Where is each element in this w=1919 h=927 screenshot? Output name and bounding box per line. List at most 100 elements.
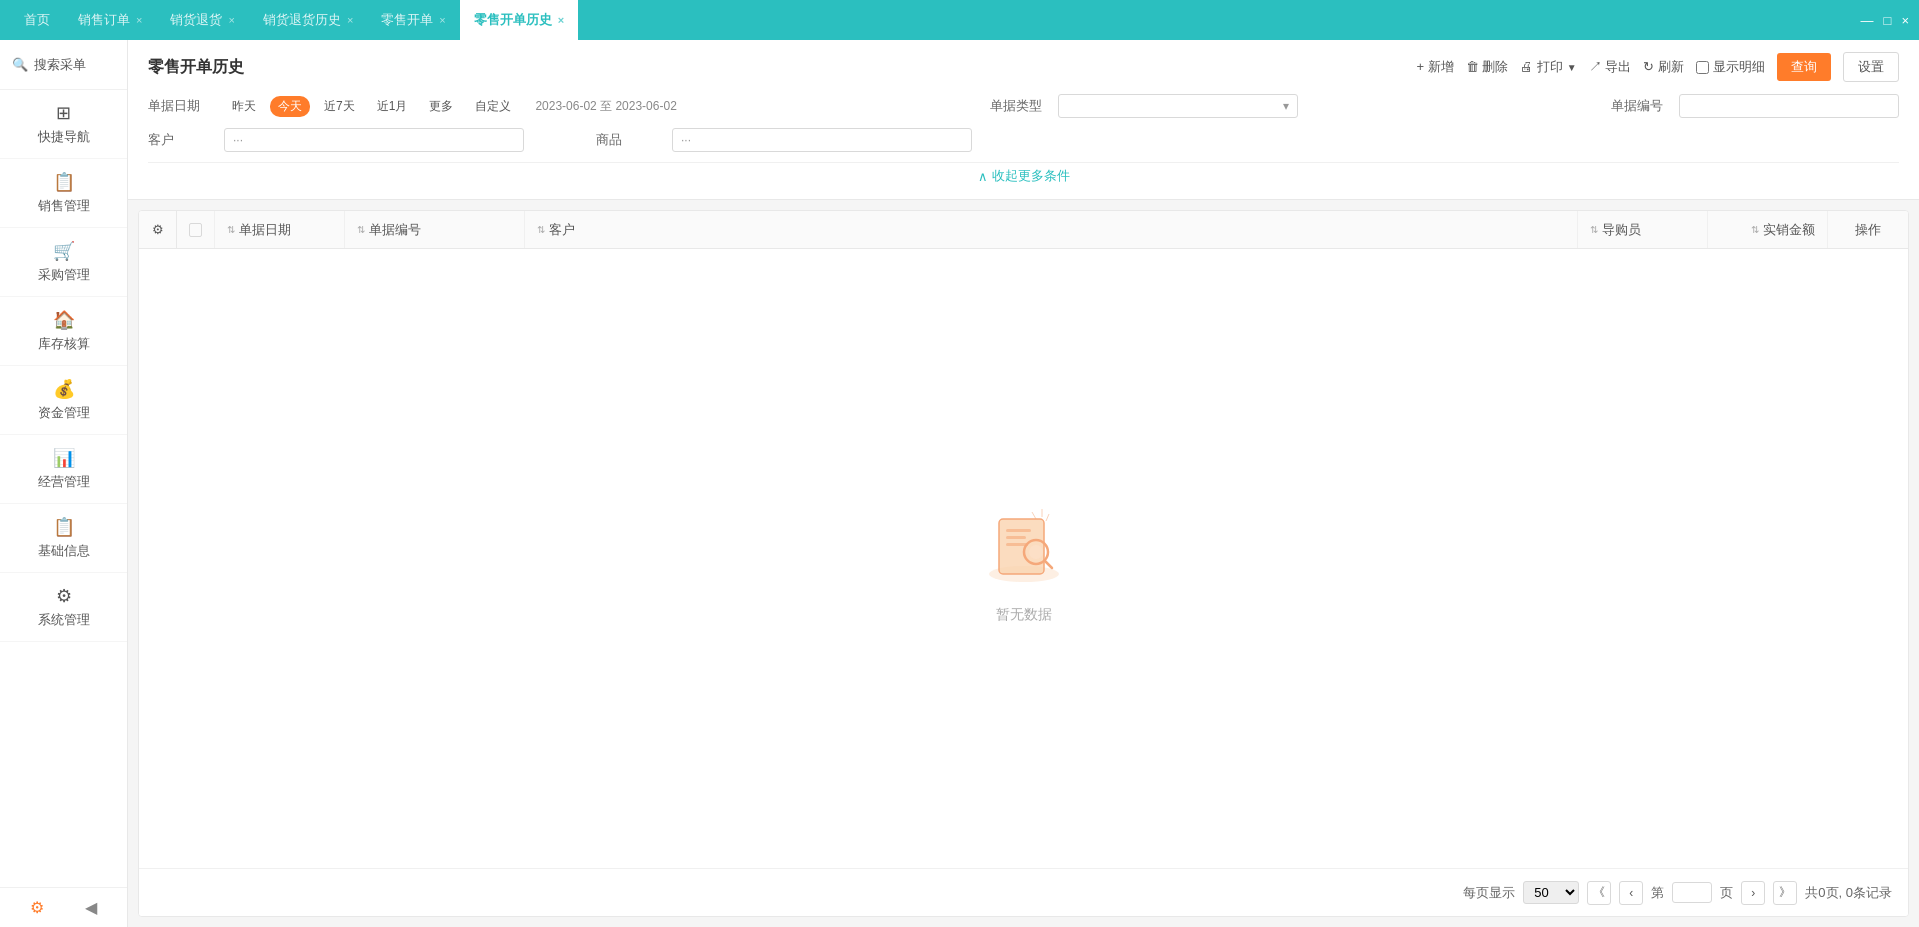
display-detail-checkbox[interactable] [1696,61,1709,74]
sidebar-item-purchase-mgmt[interactable]: 🛒 采购管理 [0,228,127,297]
goods-select[interactable]: ··· [672,128,972,152]
nav-label-purchase-mgmt: 采购管理 [38,266,90,284]
total-info: 共0页, 0条记录 [1805,884,1892,902]
tab-close-sales-return[interactable]: × [228,14,234,26]
customer-select[interactable]: ··· [224,128,524,152]
table-header: ⚙ ⇅ 单据日期 ⇅ 单据编号 ⇅ 客户 ⇅ 导购员 [139,211,1908,249]
display-detail-label: 显示明细 [1713,58,1765,76]
per-page-label: 每页显示 [1463,884,1515,902]
last-page-btn[interactable]: 》 [1773,881,1797,905]
sidebar-item-sales-mgmt[interactable]: 📋 销售管理 [0,159,127,228]
display-detail-toggle[interactable]: 显示明细 [1696,58,1765,76]
toolbar: + 新增 🗑 删除 🖨 打印 ▼ ↗ 导出 ↻ 刷新 显示明细 查询 设置 [1416,52,1899,82]
add-button[interactable]: + 新增 [1416,58,1453,76]
col-number-header: ⇅ 单据编号 [345,211,525,248]
col-date-sort-icon[interactable]: ⇅ [227,224,235,235]
doc-number-label: 单据编号 [1611,97,1663,115]
tab-retail-open[interactable]: 零售开单× [367,0,459,40]
next-page-btn[interactable]: › [1741,881,1765,905]
filter-row-2: 客户 ··· 商品 ··· [148,128,1899,152]
svg-rect-4 [1006,536,1026,539]
nav-icon-inventory: 🏠 [53,309,75,331]
tab-close-retail-open-history[interactable]: × [558,14,564,26]
tab-close-sales-return-history[interactable]: × [347,14,353,26]
col-date-label: 单据日期 [239,221,291,239]
tab-close-sales-order[interactable]: × [136,14,142,26]
per-page-select[interactable]: 50 10 20 100 [1523,881,1579,904]
window-maximize[interactable]: □ [1884,13,1892,28]
date-custom[interactable]: 自定义 [467,96,519,117]
sidebar-search[interactable]: 🔍 搜索采单 [0,40,127,90]
date-last1m[interactable]: 近1月 [369,96,416,117]
settings-button[interactable]: 设置 [1843,52,1899,82]
tab-sales-return[interactable]: 销货退货× [156,0,248,40]
doc-type-select[interactable]: ▾ [1058,94,1298,118]
current-page-input[interactable]: 1 [1672,882,1712,903]
nav-label-basic-info: 基础信息 [38,542,90,560]
empty-text: 暂无数据 [996,606,1052,624]
svg-line-11 [1046,514,1049,521]
page-title: 零售开单历史 [148,57,244,78]
search-icon: 🔍 [12,57,28,72]
filter-row-1: 单据日期 昨天 今天 近7天 近1月 更多 自定义 2023-06-02 至 2… [148,94,1899,118]
col-amount-label: 实销金额 [1763,221,1815,239]
empty-state: 暂无数据 [139,249,1908,868]
delete-button[interactable]: 🗑 删除 [1466,58,1509,76]
collapse-more-btn[interactable]: ∧ 收起更多条件 [148,162,1899,189]
col-settings[interactable]: ⚙ [139,211,177,248]
date-yesterday[interactable]: 昨天 [224,96,264,117]
sidebar-nav: ⊞ 快捷导航 📋 销售管理 🛒 采购管理 🏠 库存核算 💰 资金管理 📊 经营管… [0,90,127,642]
date-last7[interactable]: 近7天 [316,96,363,117]
date-options: 昨天 今天 近7天 近1月 更多 自定义 [224,96,519,117]
collapse-icon: ∧ [978,169,988,184]
main-layout: 🔍 搜索采单 ⊞ 快捷导航 📋 销售管理 🛒 采购管理 🏠 库存核算 💰 资金管… [0,40,1919,927]
customer-label: 客户 [148,131,208,149]
col-date-header: ⇅ 单据日期 [215,211,345,248]
sidebar-item-quick-nav[interactable]: ⊞ 快捷导航 [0,90,127,159]
col-action-label: 操作 [1855,221,1881,239]
tab-sales-return-history[interactable]: 销货退货历史× [249,0,367,40]
tab-retail-open-history[interactable]: 零售开单历史× [460,0,578,40]
sidebar-collapse-icon[interactable]: ◀ [85,898,97,917]
page-unit: 页 [1720,884,1733,902]
sidebar-item-finance[interactable]: 💰 资金管理 [0,366,127,435]
nav-label-quick-nav: 快捷导航 [38,128,90,146]
sidebar-item-system[interactable]: ⚙ 系统管理 [0,573,127,642]
first-page-btn[interactable]: 《 [1587,881,1611,905]
sidebar-item-operations[interactable]: 📊 经营管理 [0,435,127,504]
query-button[interactable]: 查询 [1777,53,1831,81]
doc-number-input[interactable] [1679,94,1899,118]
window-minimize[interactable]: — [1861,13,1874,28]
date-filter-label: 单据日期 [148,97,208,115]
date-today[interactable]: 今天 [270,96,310,117]
tab-home[interactable]: 首页 [10,0,64,40]
sidebar-item-inventory[interactable]: 🏠 库存核算 [0,297,127,366]
nav-label-finance: 资金管理 [38,404,90,422]
tab-sales-order[interactable]: 销售订单× [64,0,156,40]
sidebar-item-basic-info[interactable]: 📋 基础信息 [0,504,127,573]
customer-placeholder: ··· [233,133,243,147]
prev-page-btn[interactable]: ‹ [1619,881,1643,905]
nav-label-system: 系统管理 [38,611,90,629]
window-close[interactable]: × [1901,13,1909,28]
col-customer-sort-icon[interactable]: ⇅ [537,224,545,235]
col-number-label: 单据编号 [369,221,421,239]
col-amount-sort-icon[interactable]: ⇅ [1751,224,1759,235]
export-button[interactable]: ↗ 导出 [1589,58,1632,76]
col-number-sort-icon[interactable]: ⇅ [357,224,365,235]
svg-point-7 [1029,545,1043,559]
page-header: 零售开单历史 + 新增 🗑 删除 🖨 打印 ▼ ↗ 导出 ↻ 刷新 显示明细 查… [128,40,1919,200]
sidebar-settings-icon[interactable]: ⚙ [30,898,44,917]
print-dropdown-icon[interactable]: ▼ [1567,62,1577,73]
nav-icon-operations: 📊 [53,447,75,469]
nav-icon-purchase-mgmt: 🛒 [53,240,75,262]
print-label: 🖨 打印 [1520,58,1563,76]
col-guide-sort-icon[interactable]: ⇅ [1590,224,1598,235]
print-button[interactable]: 🖨 打印 ▼ [1520,58,1577,76]
date-more[interactable]: 更多 [421,96,461,117]
tab-close-retail-open[interactable]: × [439,14,445,26]
refresh-button[interactable]: ↻ 刷新 [1643,58,1684,76]
pagination: 每页显示 50 10 20 100 《 ‹ 第 1 页 › 》 共0页, 0条记… [139,868,1908,916]
select-all-checkbox[interactable] [189,223,202,237]
nav-label-inventory: 库存核算 [38,335,90,353]
